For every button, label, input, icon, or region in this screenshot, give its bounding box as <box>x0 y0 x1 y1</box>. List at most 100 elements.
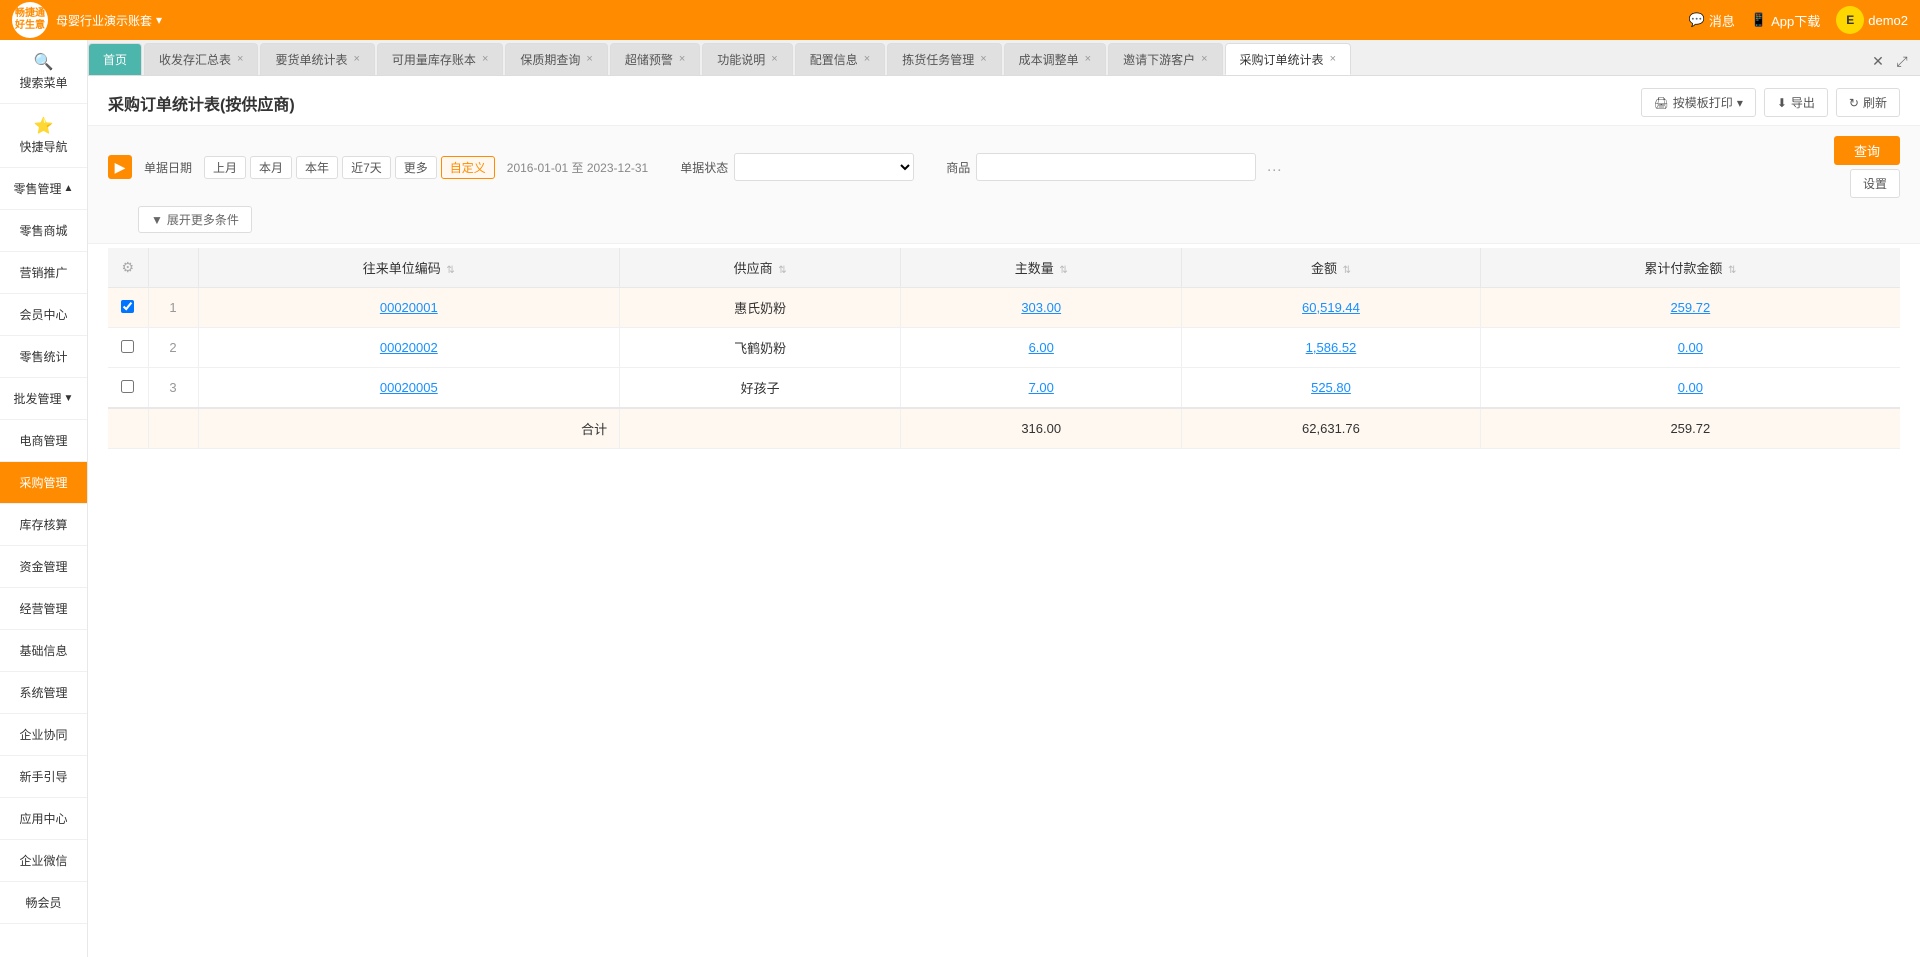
tab-warranty-query[interactable]: 保质期查询 × <box>505 43 607 75</box>
user-info[interactable]: E demo2 <box>1836 6 1908 34</box>
sidebar-label-retail-mall: 零售商城 <box>19 222 67 239</box>
sidebar-item-enterprise[interactable]: 企业协同 <box>0 714 87 756</box>
sidebar-item-marketing[interactable]: 营销推广 <box>0 252 87 294</box>
query-btn[interactable]: 查询 <box>1834 136 1900 165</box>
status-select[interactable] <box>734 153 914 181</box>
table-row[interactable]: 2 00020002 飞鹤奶粉 6.00 1,586.52 0.00 <box>108 328 1900 368</box>
row-checkbox[interactable] <box>108 368 148 409</box>
row-paid[interactable]: 259.72 <box>1480 288 1900 328</box>
sidebar-item-retail-mall[interactable]: 零售商城 <box>0 210 87 252</box>
row-checkbox[interactable] <box>108 328 148 368</box>
settings-btn[interactable]: 设置 <box>1850 169 1900 198</box>
sidebar-item-purchase[interactable]: 采购管理 <box>0 462 87 504</box>
tab-cost-adjust-close[interactable]: × <box>1085 54 1091 65</box>
tab-purchase-stats-close[interactable]: × <box>1330 54 1336 65</box>
btn-this-month[interactable]: 本月 <box>250 156 292 179</box>
sort-supplier-name-icon[interactable]: ⇅ <box>778 265 786 276</box>
tab-config-info[interactable]: 配置信息 × <box>795 43 885 75</box>
tab-expand-btn[interactable]: ⤢ <box>1892 51 1912 71</box>
tab-invite-downstream[interactable]: 邀请下游客户 × <box>1108 43 1222 75</box>
tab-receive-summary[interactable]: 收发存汇总表 × <box>144 43 258 75</box>
footer-amount: 62,631.76 <box>1182 408 1480 449</box>
row-paid[interactable]: 0.00 <box>1480 328 1900 368</box>
row-select-checkbox[interactable] <box>121 340 134 353</box>
tab-cost-adjust[interactable]: 成本调整单 × <box>1004 43 1106 75</box>
tab-overstock-warning-close[interactable]: × <box>679 54 685 65</box>
tab-stocking-task[interactable]: 拣货任务管理 × <box>887 43 1001 75</box>
sidebar-item-retail-stats[interactable]: 零售统计 <box>0 336 87 378</box>
tab-goods-stats-close[interactable]: × <box>353 54 359 65</box>
tab-inventory-ledger-close[interactable]: × <box>482 54 488 65</box>
row-paid[interactable]: 0.00 <box>1480 368 1900 409</box>
row-qty[interactable]: 303.00 <box>901 288 1182 328</box>
row-select-checkbox[interactable] <box>121 300 134 313</box>
row-num: 1 <box>148 288 198 328</box>
goods-more-icon[interactable]: … <box>1262 158 1286 176</box>
export-btn[interactable]: ⬇ 导出 <box>1764 88 1828 117</box>
sidebar-item-vip[interactable]: 畅会员 <box>0 882 87 924</box>
row-select-checkbox[interactable] <box>121 380 134 393</box>
sidebar-item-system[interactable]: 系统管理 <box>0 672 87 714</box>
app-download-btn[interactable]: 📱 App下载 <box>1751 11 1820 30</box>
sidebar-item-shortcut[interactable]: ⭐ 快捷导航 <box>0 104 87 168</box>
tab-close-all-btn[interactable]: ✕ <box>1868 51 1888 71</box>
tab-inventory-ledger[interactable]: 可用量库存账本 × <box>377 43 503 75</box>
sidebar-item-finance[interactable]: 资金管理 <box>0 546 87 588</box>
btn-more-dates[interactable]: 更多 <box>395 156 437 179</box>
tab-overstock-warning[interactable]: 超储预警 × <box>610 43 700 75</box>
tab-stocking-task-close[interactable]: × <box>980 54 986 65</box>
sidebar-item-operations[interactable]: 经营管理 <box>0 588 87 630</box>
tab-purchase-stats[interactable]: 采购订单统计表 × <box>1225 43 1351 75</box>
sidebar-item-ecommerce[interactable]: 电商管理 <box>0 420 87 462</box>
sidebar-item-guide[interactable]: 新手引导 <box>0 756 87 798</box>
sidebar-item-wechat[interactable]: 企业微信 <box>0 840 87 882</box>
filter-toggle-btn[interactable]: ▶ <box>108 155 132 179</box>
sidebar-item-retail[interactable]: 零售管理 ▲ <box>0 168 87 210</box>
sort-paid-icon[interactable]: ⇅ <box>1728 265 1736 276</box>
row-supplier-code[interactable]: 00020001 <box>198 288 620 328</box>
row-checkbox[interactable] <box>108 288 148 328</box>
row-qty[interactable]: 7.00 <box>901 368 1182 409</box>
row-amount[interactable]: 1,586.52 <box>1182 328 1480 368</box>
table-row[interactable]: 3 00020005 好孩子 7.00 525.80 0.00 <box>108 368 1900 409</box>
row-supplier-code[interactable]: 00020002 <box>198 328 620 368</box>
template-print-label: 按模板打印 <box>1673 94 1733 111</box>
tab-goods-stats[interactable]: 要货单统计表 × <box>260 43 374 75</box>
tab-warranty-query-label: 保质期查询 <box>520 51 580 68</box>
sidebar-item-wholesale[interactable]: 批发管理 ▼ <box>0 378 87 420</box>
template-print-btn[interactable]: 🖨 按模板打印 ▾ <box>1641 88 1756 117</box>
sort-supplier-code-icon[interactable]: ⇅ <box>446 265 454 276</box>
btn-this-year[interactable]: 本年 <box>296 156 338 179</box>
sidebar-item-members[interactable]: 会员中心 <box>0 294 87 336</box>
btn-last-7-days[interactable]: 近7天 <box>342 156 391 179</box>
refresh-btn[interactable]: ↻ 刷新 <box>1836 88 1900 117</box>
sidebar-item-inventory[interactable]: 库存核算 <box>0 504 87 546</box>
row-amount[interactable]: 525.80 <box>1182 368 1480 409</box>
btn-last-month[interactable]: 上月 <box>204 156 246 179</box>
goods-input[interactable] <box>976 153 1256 181</box>
table-row[interactable]: 1 00020001 惠氏奶粉 303.00 60,519.44 259.72 <box>108 288 1900 328</box>
sidebar-item-app-center[interactable]: 应用中心 <box>0 798 87 840</box>
tab-invite-downstream-close[interactable]: × <box>1201 54 1207 65</box>
column-settings-icon[interactable]: ⚙ <box>121 259 134 275</box>
tab-function-desc-close[interactable]: × <box>771 54 777 65</box>
sort-qty-icon[interactable]: ⇅ <box>1059 265 1067 276</box>
message-btn[interactable]: 💬 消息 <box>1689 11 1735 30</box>
workspace-selector[interactable]: 母婴行业演示账套 ▾ <box>56 12 162 29</box>
tab-home[interactable]: 首页 <box>88 43 142 75</box>
tab-function-desc[interactable]: 功能说明 × <box>702 43 792 75</box>
sidebar-item-basic[interactable]: 基础信息 <box>0 630 87 672</box>
row-qty[interactable]: 6.00 <box>901 328 1182 368</box>
tab-config-info-close[interactable]: × <box>864 54 870 65</box>
expand-more-btn[interactable]: ▼ 展开更多条件 <box>138 206 252 233</box>
date-custom-tag[interactable]: 自定义 <box>441 156 495 179</box>
row-num: 3 <box>148 368 198 409</box>
row-amount[interactable]: 60,519.44 <box>1182 288 1480 328</box>
tab-warranty-query-close[interactable]: × <box>586 54 592 65</box>
template-print-arrow: ▾ <box>1737 96 1743 110</box>
row-supplier-code[interactable]: 00020005 <box>198 368 620 409</box>
sort-amount-icon[interactable]: ⇅ <box>1343 265 1351 276</box>
retail-arrow-icon: ▲ <box>64 183 74 194</box>
sidebar-item-search[interactable]: 🔍 搜索菜单 <box>0 40 87 104</box>
tab-receive-summary-close[interactable]: × <box>237 54 243 65</box>
